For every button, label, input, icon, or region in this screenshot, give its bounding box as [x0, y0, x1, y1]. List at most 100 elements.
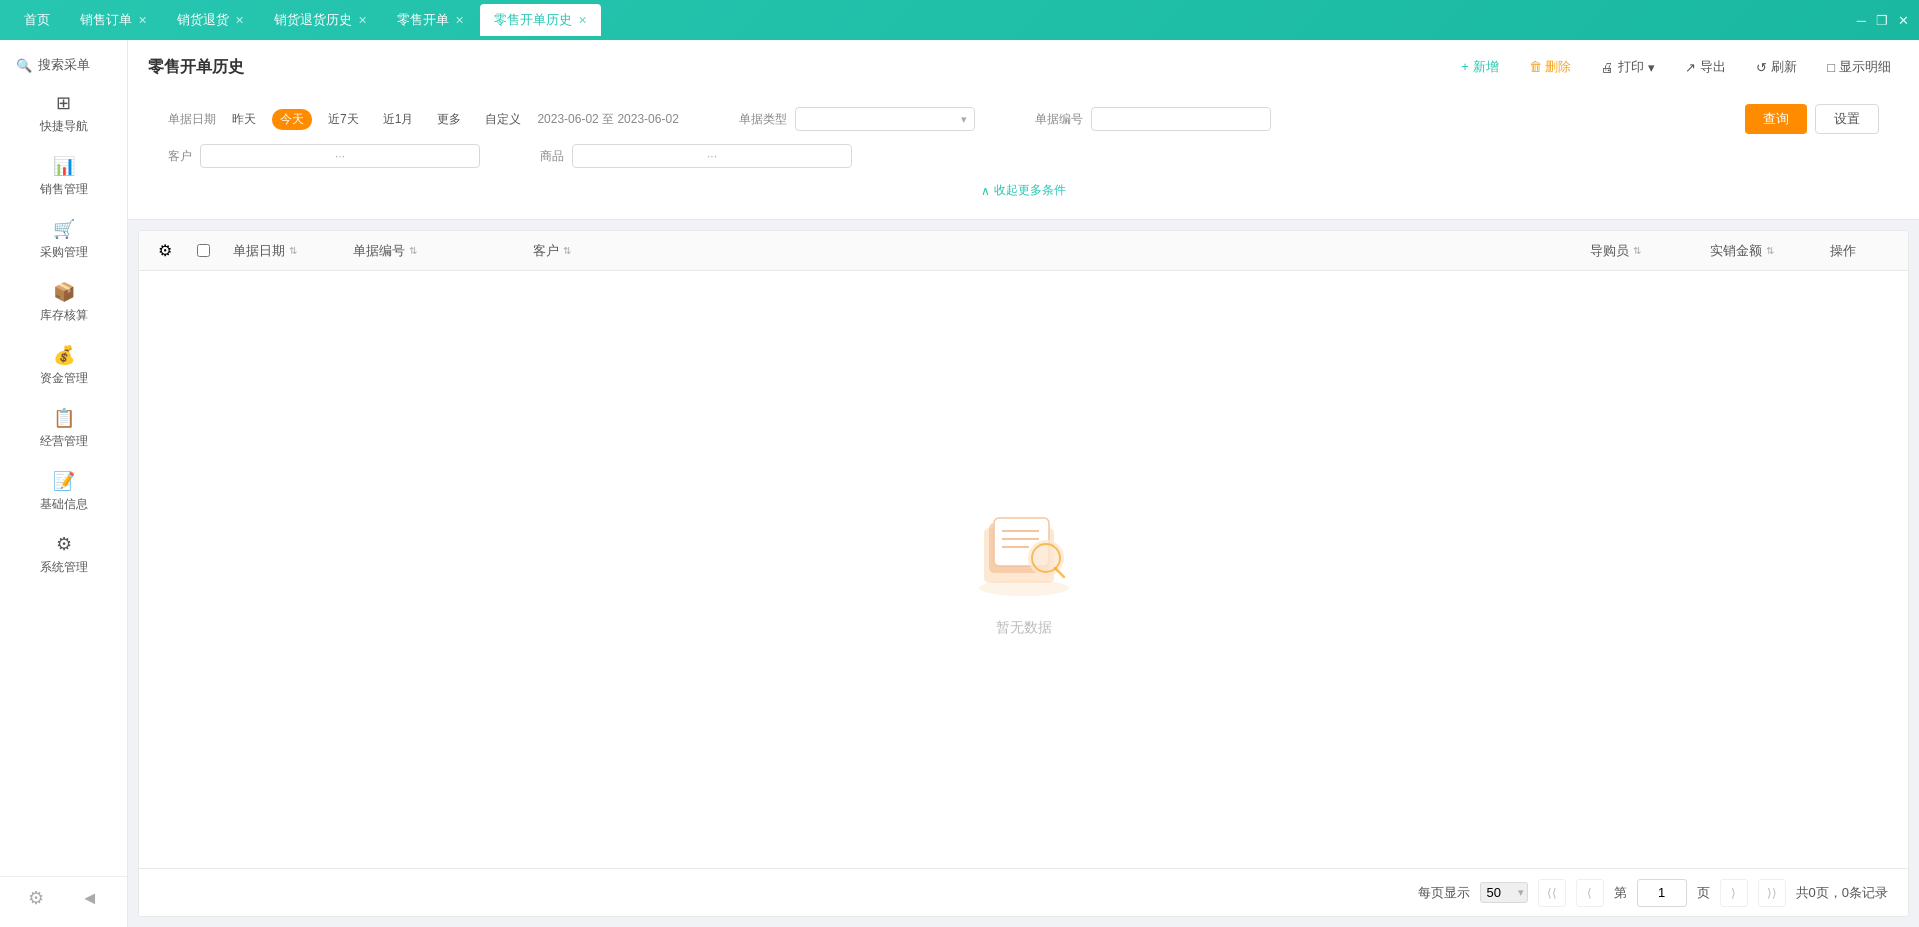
sidebar-collapse-icon[interactable]: ◄ [81, 888, 99, 909]
sidebar-item-inventory-label: 库存核算 [40, 307, 88, 324]
col-customer-label: 客户 [533, 242, 559, 260]
col-date[interactable]: 单据日期 ⇅ [223, 242, 343, 260]
page-size-select[interactable]: 20 50 100 [1480, 882, 1528, 903]
tab-home[interactable]: 首页 [10, 4, 64, 36]
page-prev-btn[interactable]: ⟨ [1576, 879, 1604, 907]
table-settings-icon[interactable]: ⚙ [147, 241, 183, 260]
col-num-label: 单据编号 [353, 242, 405, 260]
content-area: 零售开单历史 + 新增 🗑 删除 🖨 打印 ▾ ↗ 导出 ↺ [128, 40, 1919, 927]
page-input[interactable] [1637, 879, 1687, 907]
customer-input[interactable]: ··· [200, 144, 480, 168]
date-btn-7days[interactable]: 近7天 [320, 109, 367, 130]
refresh-label: 刷新 [1771, 58, 1797, 76]
tab-retail-open-close[interactable]: ✕ [455, 14, 464, 27]
top-bar: 首页 销售订单 ✕ 销货退货 ✕ 销货退货历史 ✕ 零售开单 ✕ 零售开单历史 … [0, 0, 1919, 40]
col-salesperson[interactable]: 导购员 ⇅ [1580, 242, 1700, 260]
refresh-button[interactable]: ↺ 刷新 [1748, 54, 1805, 80]
page-title-row: 零售开单历史 + 新增 🗑 删除 🖨 打印 ▾ ↗ 导出 ↺ [148, 54, 1899, 80]
page-unit: 页 [1697, 884, 1710, 902]
empty-area: 暂无数据 [139, 271, 1908, 868]
page-size-label: 每页显示 [1418, 884, 1470, 902]
sidebar: 🔍 搜索采单 ⊞ 快捷导航 📊 销售管理 🛒 采购管理 📦 库存核算 💰 资金管… [0, 40, 128, 927]
tab-sales-return-history-label: 销货退货历史 [274, 11, 352, 29]
select-all-checkbox[interactable] [197, 244, 210, 257]
col-customer-sort: ⇅ [563, 245, 571, 256]
col-salesperson-label: 导购员 [1590, 242, 1629, 260]
sidebar-item-sales-mgmt-label: 销售管理 [40, 181, 88, 198]
page-last-btn[interactable]: ⟩⟩ [1758, 879, 1786, 907]
new-button[interactable]: + 新增 [1453, 54, 1506, 80]
tab-retail-open-history-close[interactable]: ✕ [578, 14, 587, 27]
sidebar-item-sys-mgmt[interactable]: ⚙ 系统管理 [0, 523, 127, 586]
tab-retail-open-history-label: 零售开单历史 [494, 11, 572, 29]
col-salesperson-sort: ⇅ [1633, 245, 1641, 256]
doc-num-label: 单据编号 [1035, 111, 1083, 128]
page-next-btn[interactable]: ⟩ [1720, 879, 1748, 907]
minimize-icon[interactable]: ─ [1857, 13, 1866, 28]
customer-ellipsis: ··· [335, 149, 345, 163]
sidebar-item-basic-info[interactable]: 📝 基础信息 [0, 460, 127, 523]
page-size-wrap: 20 50 100 [1480, 882, 1528, 903]
window-controls: ─ ❐ ✕ [1857, 13, 1909, 28]
doc-num-input[interactable] [1091, 107, 1271, 131]
doc-type-label: 单据类型 [739, 111, 787, 128]
close-icon[interactable]: ✕ [1898, 13, 1909, 28]
col-op: 操作 [1820, 242, 1900, 260]
tab-sales-order-label: 销售订单 [80, 11, 132, 29]
date-btn-more[interactable]: 更多 [429, 109, 469, 130]
print-button[interactable]: 🖨 打印 ▾ [1593, 54, 1663, 80]
col-amount-sort: ⇅ [1766, 245, 1774, 256]
col-customer[interactable]: 客户 ⇅ [523, 242, 1580, 260]
refresh-icon: ↺ [1756, 60, 1767, 75]
sidebar-item-finance[interactable]: 💰 资金管理 [0, 334, 127, 397]
delete-button[interactable]: 🗑 删除 [1521, 54, 1580, 80]
tab-sales-return-history[interactable]: 销货退货历史 ✕ [260, 4, 381, 36]
sidebar-settings-icon[interactable]: ⚙ [28, 887, 44, 909]
date-btn-custom[interactable]: 自定义 [477, 109, 529, 130]
date-btn-today[interactable]: 今天 [272, 109, 312, 130]
date-btn-yesterday[interactable]: 昨天 [224, 109, 264, 130]
basic-info-icon: 📝 [53, 470, 75, 492]
col-num[interactable]: 单据编号 ⇅ [343, 242, 523, 260]
tab-sales-return-label: 销货退货 [177, 11, 229, 29]
sidebar-item-operation[interactable]: 📋 经营管理 [0, 397, 127, 460]
collapse-bar[interactable]: ∧ 收起更多条件 [168, 178, 1879, 207]
page-title: 零售开单历史 [148, 57, 244, 78]
sidebar-item-purchase-mgmt[interactable]: 🛒 采购管理 [0, 208, 127, 271]
sidebar-item-sales-mgmt[interactable]: 📊 销售管理 [0, 145, 127, 208]
sales-mgmt-icon: 📊 [53, 155, 75, 177]
query-button[interactable]: 查询 [1745, 104, 1807, 134]
sidebar-item-quick-nav[interactable]: ⊞ 快捷导航 [0, 82, 127, 145]
tab-sales-return[interactable]: 销货退货 ✕ [163, 4, 258, 36]
display-detail-button[interactable]: □ 显示明细 [1819, 54, 1899, 80]
toolbar: + 新增 🗑 删除 🖨 打印 ▾ ↗ 导出 ↺ 刷新 [1453, 54, 1899, 80]
sidebar-search-label: 搜索采单 [38, 56, 90, 74]
goods-input[interactable]: ··· [572, 144, 852, 168]
settings-button[interactable]: 设置 [1815, 104, 1879, 134]
tab-retail-open[interactable]: 零售开单 ✕ [383, 4, 478, 36]
export-button[interactable]: ↗ 导出 [1677, 54, 1734, 80]
tab-sales-order-close[interactable]: ✕ [138, 14, 147, 27]
action-buttons: 查询 设置 [1745, 104, 1879, 134]
tab-sales-return-history-close[interactable]: ✕ [358, 14, 367, 27]
tab-sales-return-close[interactable]: ✕ [235, 14, 244, 27]
sidebar-item-quick-nav-label: 快捷导航 [40, 118, 88, 135]
restore-icon[interactable]: ❐ [1876, 13, 1888, 28]
page-first-btn[interactable]: ⟨⟨ [1538, 879, 1566, 907]
empty-text: 暂无数据 [996, 619, 1052, 637]
filter-row-1: 单据日期 昨天 今天 近7天 近1月 更多 自定义 2023-06-02 至 2… [168, 104, 1879, 134]
col-op-label: 操作 [1830, 242, 1856, 260]
doc-type-select[interactable] [795, 107, 975, 131]
sidebar-item-purchase-mgmt-label: 采购管理 [40, 244, 88, 261]
sys-mgmt-icon: ⚙ [56, 533, 72, 555]
tab-retail-open-history[interactable]: 零售开单历史 ✕ [480, 4, 601, 36]
date-btn-1month[interactable]: 近1月 [375, 109, 422, 130]
table-wrap: ⚙ 单据日期 ⇅ 单据编号 ⇅ 客户 ⇅ 导购员 ⇅ [138, 230, 1909, 917]
sidebar-item-basic-info-label: 基础信息 [40, 496, 88, 513]
sidebar-item-inventory[interactable]: 📦 库存核算 [0, 271, 127, 334]
col-amount[interactable]: 实销金额 ⇅ [1700, 242, 1820, 260]
export-label: 导出 [1700, 58, 1726, 76]
table-select-all[interactable] [183, 244, 223, 257]
sidebar-search[interactable]: 🔍 搜索采单 [0, 48, 127, 82]
tab-sales-order[interactable]: 销售订单 ✕ [66, 4, 161, 36]
